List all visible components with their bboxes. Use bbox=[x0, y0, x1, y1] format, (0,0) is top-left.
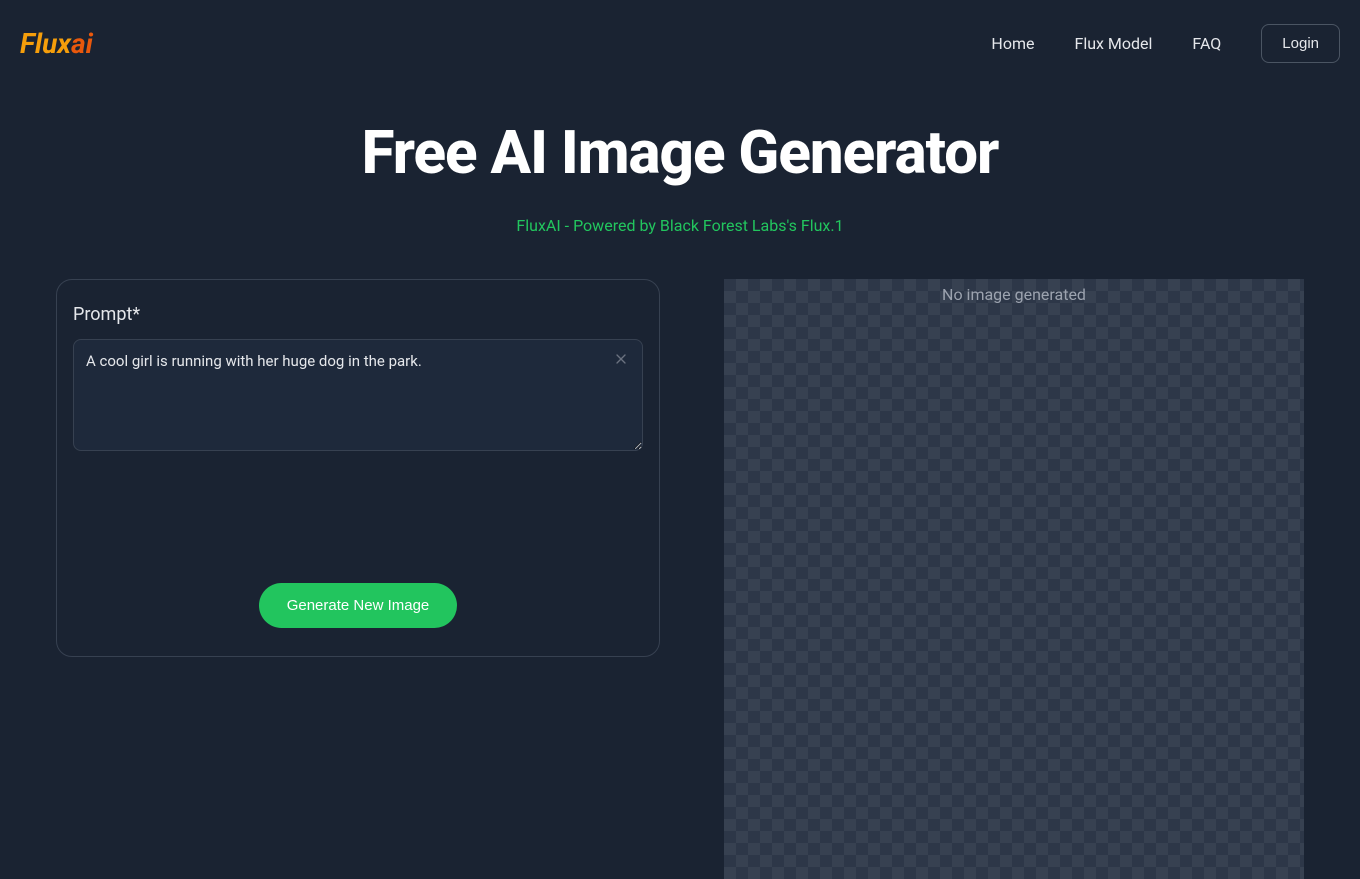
page-subtitle: FluxAI - Powered by Black Forest Labs's … bbox=[0, 216, 1360, 235]
nav-flux-model[interactable]: Flux Model bbox=[1074, 34, 1152, 53]
content-area: Prompt* Generate New Image No image gene… bbox=[0, 235, 1360, 879]
prompt-panel: Prompt* Generate New Image bbox=[56, 279, 660, 657]
logo[interactable]: Fluxai bbox=[20, 27, 93, 60]
main-nav: Home Flux Model FAQ Login bbox=[991, 24, 1340, 63]
nav-home[interactable]: Home bbox=[991, 34, 1034, 53]
generate-button[interactable]: Generate New Image bbox=[259, 583, 458, 628]
prompt-input[interactable] bbox=[73, 339, 643, 451]
preview-empty-text: No image generated bbox=[942, 285, 1086, 304]
image-preview-panel: No image generated bbox=[724, 279, 1304, 879]
header: Fluxai Home Flux Model FAQ Login bbox=[0, 0, 1360, 87]
nav-faq[interactable]: FAQ bbox=[1192, 34, 1221, 53]
logo-text-ai: ai bbox=[71, 27, 93, 60]
login-button[interactable]: Login bbox=[1261, 24, 1340, 63]
clear-icon[interactable] bbox=[613, 351, 629, 367]
textarea-wrapper bbox=[73, 339, 643, 455]
logo-text-flux: Flux bbox=[20, 27, 71, 60]
prompt-label: Prompt* bbox=[73, 304, 643, 325]
page-title: Free AI Image Generator bbox=[0, 117, 1360, 188]
hero-section: Free AI Image Generator FluxAI - Powered… bbox=[0, 117, 1360, 235]
